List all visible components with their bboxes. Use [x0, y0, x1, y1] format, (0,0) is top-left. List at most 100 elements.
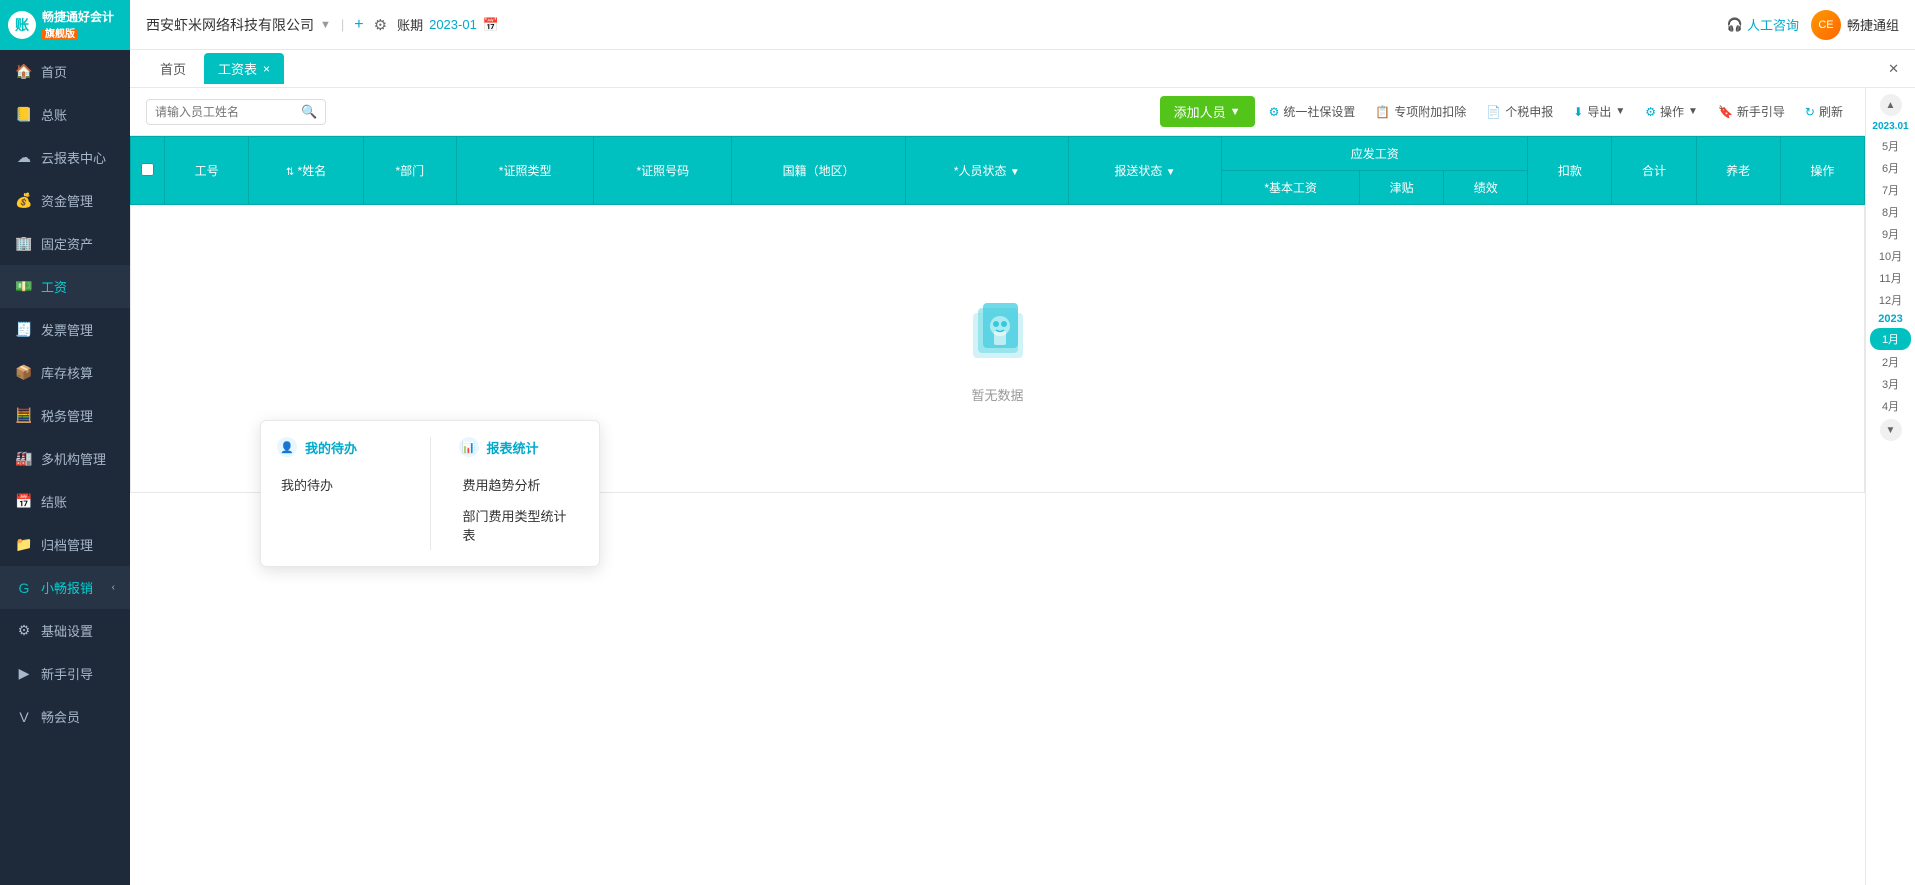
tab-close-btn[interactable]: ×	[263, 62, 270, 76]
sidebar-item-label: 多机构管理	[41, 449, 106, 468]
archive-icon: 📁	[15, 536, 33, 553]
sidebar-item-reports[interactable]: ☁ 云报表中心	[0, 136, 130, 179]
empty-icon	[958, 293, 1038, 373]
th-nationality: 国籍（地区）	[732, 137, 906, 205]
company-selector[interactable]: 西安虾米网络科技有限公司 ▼	[146, 15, 331, 35]
popup-todo-item[interactable]: 我的待办	[277, 469, 402, 500]
sidebar-item-inventory[interactable]: 📦 库存核算	[0, 351, 130, 394]
search-input[interactable]	[155, 105, 295, 119]
timeline-up-btn[interactable]: ▲	[1880, 94, 1902, 116]
th-number: 工号	[165, 137, 249, 205]
sidebar-item-closing[interactable]: 📅 结账	[0, 480, 130, 523]
sidebar-item-label: 新手引导	[41, 664, 93, 683]
th-report-status: 报送状态 ▼	[1068, 137, 1222, 205]
refresh-btn[interactable]: ↻ 刷新	[1799, 99, 1849, 124]
tab-home-label: 首页	[160, 59, 186, 78]
sidebar-item-archive[interactable]: 📁 归档管理	[0, 523, 130, 566]
sidebar-item-multi[interactable]: 🏭 多机构管理	[0, 437, 130, 480]
timeline-month-1[interactable]: 1月	[1870, 328, 1911, 350]
social-insurance-icon: ⚙	[1269, 105, 1280, 119]
search-icon[interactable]: 🔍	[301, 104, 317, 120]
special-deduct-btn[interactable]: 📋 专项附加扣除	[1369, 99, 1472, 124]
sidebar-item-salary[interactable]: 💵 工资	[0, 265, 130, 308]
sidebar-item-label: 基础设置	[41, 621, 93, 640]
sidebar-item-label: 畅会员	[41, 707, 80, 726]
tax-report-btn[interactable]: 📄 个税申报	[1480, 99, 1559, 124]
export-arrow-icon: ▼	[1615, 106, 1625, 117]
close-panel-btn[interactable]: ✕	[1888, 61, 1899, 77]
sidebar-item-ledger[interactable]: 📒 总账	[0, 93, 130, 136]
operate-label: 操作	[1660, 103, 1684, 120]
timeline-month-5[interactable]: 5月	[1866, 135, 1915, 157]
sidebar-item-label: 云报表中心	[41, 148, 106, 167]
sidebar-item-expense[interactable]: G 小畅报销 ‹	[0, 566, 130, 609]
sidebar-item-guide[interactable]: ▶ 新手引导	[0, 652, 130, 695]
timeline-month-10[interactable]: 10月	[1866, 245, 1915, 267]
th-base-salary: *基本工资	[1222, 171, 1360, 205]
social-insurance-btn[interactable]: ⚙ 统一社保设置	[1263, 99, 1362, 124]
search-box[interactable]: 🔍	[146, 99, 326, 125]
timeline-month-3[interactable]: 3月	[1866, 373, 1915, 395]
tab-home[interactable]: 首页	[146, 53, 200, 84]
select-all-checkbox[interactable]	[141, 163, 154, 176]
timeline-down-btn[interactable]: ▼	[1880, 419, 1902, 441]
invoice-icon: 🧾	[15, 321, 33, 338]
tab-salary-table[interactable]: 工资表 ×	[204, 53, 284, 84]
timeline-month-9[interactable]: 9月	[1866, 223, 1915, 245]
assets-icon: 🏢	[15, 235, 33, 252]
sidebar-item-member[interactable]: V 畅会员	[0, 695, 130, 738]
toolbar-actions: 添加人员 ▼ ⚙ 统一社保设置 📋 专项附加扣除 📄 个税申报	[1160, 96, 1849, 127]
new-guide-icon: 🔖	[1718, 105, 1733, 119]
dropdown-arrow-icon: ▼	[1230, 106, 1241, 118]
user-info[interactable]: CE 畅捷通组	[1811, 10, 1899, 40]
timeline-month-12[interactable]: 12月	[1866, 289, 1915, 311]
popup-section: 👤 我的待办 我的待办 📊 报表统计 费用趋势分析 部门费用类型统计表	[277, 437, 583, 550]
avatar: CE	[1811, 10, 1841, 40]
th-action: 操作	[1780, 137, 1864, 205]
tax-report-icon: 📄	[1486, 105, 1501, 119]
sidebar-item-label: 小畅报销	[41, 578, 93, 597]
sidebar-item-home[interactable]: 🏠 首页	[0, 50, 130, 93]
timeline-month-4[interactable]: 4月	[1866, 395, 1915, 417]
sidebar-item-label: 总账	[41, 105, 67, 124]
th-salary-group: 应发工资	[1222, 137, 1528, 171]
timeline-month-8[interactable]: 8月	[1866, 201, 1915, 223]
export-btn[interactable]: ⬇ 导出 ▼	[1567, 99, 1631, 124]
sidebar: 账 畅捷通好会计 旗舰版 🏠 首页 📒 总账 ☁ 云报表中心 💰 资金管理 🏢 …	[0, 0, 130, 885]
add-company-icon[interactable]: +	[354, 16, 363, 34]
table-header-row1: 工号 ⇅ *姓名 *部门 *证照类型 *证照号码 国籍（地区） *人员状态 ▼	[131, 137, 1865, 171]
th-checkbox[interactable]	[131, 137, 165, 205]
service-btn[interactable]: 🎧 人工咨询	[1727, 15, 1799, 34]
popup-report-item-1[interactable]: 费用趋势分析	[459, 469, 584, 500]
add-person-btn[interactable]: 添加人员 ▼	[1160, 96, 1255, 127]
todo-icon: 👤	[277, 437, 297, 457]
expense-submenu: 👤 我的待办 我的待办 📊 报表统计 费用趋势分析 部门费用类型统计表	[260, 420, 600, 567]
popup-reports-title: 报表统计	[487, 438, 539, 457]
sidebar-item-label: 库存核算	[41, 363, 93, 382]
social-insurance-label: 统一社保设置	[1283, 103, 1355, 120]
popup-divider	[430, 437, 431, 550]
sidebar-item-funds[interactable]: 💰 资金管理	[0, 179, 130, 222]
sidebar-item-assets[interactable]: 🏢 固定资产	[0, 222, 130, 265]
topbar-divider: |	[341, 17, 344, 32]
timeline-month-6[interactable]: 6月	[1866, 157, 1915, 179]
operate-icon: ⚙	[1645, 105, 1656, 119]
tax-icon: 🧮	[15, 407, 33, 424]
timeline-month-2[interactable]: 2月	[1866, 351, 1915, 373]
new-guide-btn[interactable]: 🔖 新手引导	[1712, 99, 1791, 124]
popup-report-item-2[interactable]: 部门费用类型统计表	[459, 500, 584, 550]
settings-icon[interactable]: ⚙	[374, 16, 387, 34]
closing-icon: 📅	[15, 493, 33, 510]
popup-col-reports: 📊 报表统计 费用趋势分析 部门费用类型统计表	[459, 437, 584, 550]
timeline-month-7[interactable]: 7月	[1866, 179, 1915, 201]
salary-icon: 💵	[15, 278, 33, 295]
report-item-2-label: 部门费用类型统计表	[463, 509, 567, 543]
calendar-icon[interactable]: 📅	[483, 17, 499, 33]
topbar-right: 🎧 人工咨询 CE 畅捷通组	[1727, 10, 1899, 40]
operate-btn[interactable]: ⚙ 操作 ▼	[1639, 99, 1704, 124]
timeline-month-11[interactable]: 11月	[1866, 267, 1915, 289]
sidebar-item-settings[interactable]: ⚙ 基础设置	[0, 609, 130, 652]
sidebar-item-invoice[interactable]: 🧾 发票管理	[0, 308, 130, 351]
popup-todo-title: 我的待办	[305, 438, 357, 457]
sidebar-item-tax[interactable]: 🧮 税务管理	[0, 394, 130, 437]
